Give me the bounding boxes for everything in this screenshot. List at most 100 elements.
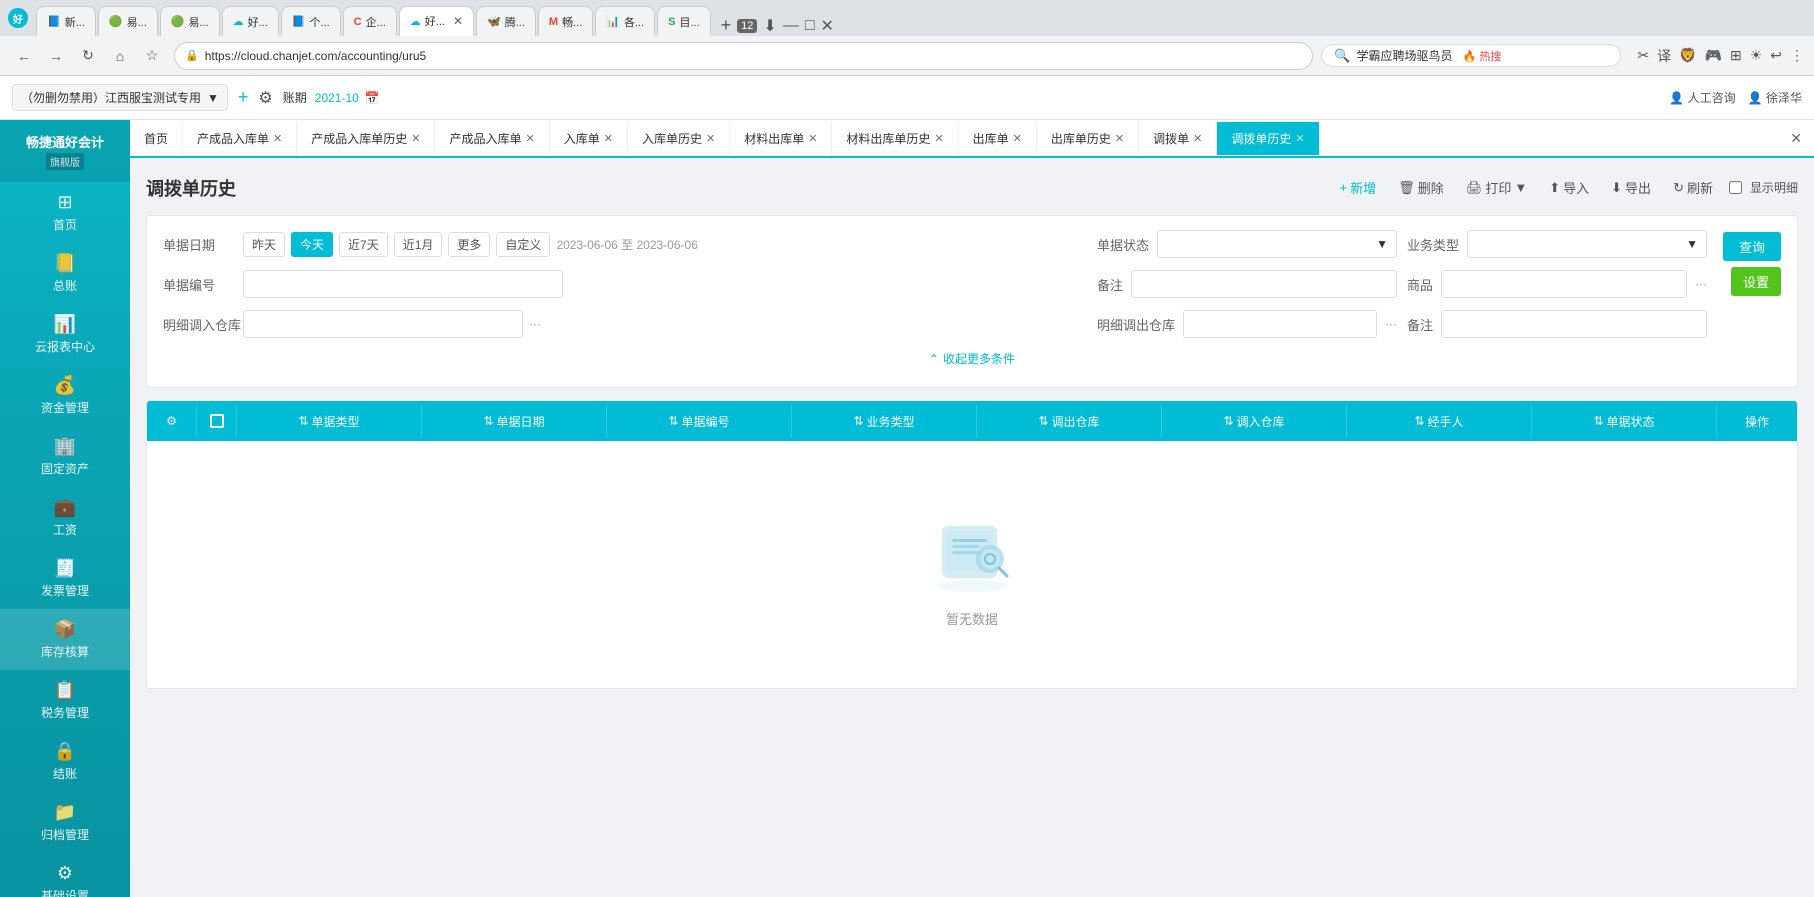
browser-tab-active[interactable]: ☁ 好... ✕ [399, 6, 474, 36]
browser-tab-8[interactable]: 🦋 腾... [476, 6, 536, 36]
date-more-btn[interactable]: 更多 [448, 232, 490, 257]
th-checkbox[interactable] [197, 406, 237, 436]
status-select[interactable]: ▼ [1157, 230, 1397, 258]
page-tab-5[interactable]: 入库单历史 ✕ [628, 122, 730, 155]
close-tab-3[interactable]: ✕ [526, 132, 535, 145]
sidebar-item-tax[interactable]: 📋税务管理 [0, 670, 130, 731]
page-tab-7[interactable]: 材料出库单历史 ✕ [832, 122, 958, 155]
refresh-btn[interactable]: ↻ 刷新 [1667, 174, 1719, 201]
browser-tab-11[interactable]: S 目... [657, 6, 711, 36]
translate-icon[interactable]: 译 [1657, 46, 1671, 66]
th-settings[interactable]: ⚙ [147, 406, 197, 436]
doc-number-input[interactable] [243, 270, 563, 298]
date-1month-btn[interactable]: 近1月 [394, 232, 443, 257]
in-warehouse-input[interactable] [243, 310, 523, 338]
close-tab-7[interactable]: ✕ [934, 132, 943, 145]
browser-tab-10[interactable]: 📊 各... [595, 6, 655, 36]
new-tab-btn[interactable]: + [721, 15, 732, 36]
page-tab-8[interactable]: 出库单 ✕ [959, 122, 1037, 155]
sidebar-item-closing[interactable]: 🔒结账 [0, 731, 130, 792]
sidebar-item-home[interactable]: ⊞首页 [0, 182, 130, 243]
date-today-btn[interactable]: 今天 [291, 232, 333, 257]
setting-btn[interactable]: 设置 [1731, 267, 1781, 296]
th-doc-number[interactable]: ⇅ 单据编号 [607, 405, 792, 438]
support-link[interactable]: 👤 人工咨询 [1669, 89, 1735, 106]
close-tab-10[interactable]: ✕ [1193, 132, 1202, 145]
sidebar-item-settings[interactable]: ⚙基础设置 [0, 853, 130, 897]
sidebar-item-archives[interactable]: 📁归档管理 [0, 792, 130, 853]
maximize-btn[interactable]: □ [805, 17, 815, 35]
sidebar-item-salary[interactable]: 💼工资 [0, 487, 130, 548]
page-tab-3[interactable]: 产成品入库单 ✕ [435, 122, 549, 155]
page-tab-home[interactable]: 首页 [130, 122, 183, 155]
export-btn[interactable]: ⬇ 导出 [1605, 174, 1657, 201]
sidebar-item-fixed-assets[interactable]: 🏢固定资产 [0, 426, 130, 487]
th-doc-status[interactable]: ⇅ 单据状态 [1532, 405, 1717, 438]
date-7days-btn[interactable]: 近7天 [339, 232, 388, 257]
collapse-btn[interactable]: ⌃ 收起更多条件 [163, 344, 1781, 373]
browser-tab-5[interactable]: 📘 个... [281, 6, 341, 36]
out-warehouse-more-icon[interactable]: ··· [1385, 317, 1397, 331]
close-tab-5[interactable]: ✕ [706, 132, 715, 145]
menu-icon[interactable]: ⋮ [1790, 47, 1804, 64]
browser-tab-4[interactable]: ☁ 好... [222, 6, 279, 36]
browser-tab-6[interactable]: C 企... [343, 6, 397, 36]
grid-icon[interactable]: ⊞ [1730, 47, 1742, 64]
add-company-btn[interactable]: + [238, 87, 249, 108]
extension-2-icon[interactable]: 🎮 [1705, 47, 1722, 64]
address-bar[interactable]: 🔒 https://cloud.chanjet.com/accounting/u… [174, 42, 1313, 70]
scissors-icon[interactable]: ✂ [1637, 47, 1649, 64]
close-tab-1[interactable]: ✕ [273, 132, 282, 145]
search-area[interactable]: 🔍 学霸应聘场驱鸟员 🔥 热搜 [1321, 44, 1621, 67]
settings-gear-icon[interactable]: ⚙ [258, 88, 272, 108]
refresh-btn[interactable]: ↻ [74, 42, 102, 70]
delete-btn[interactable]: 🗑 删除 [1392, 174, 1450, 201]
back-btn[interactable]: ← [10, 42, 38, 70]
detail-remark-input[interactable] [1441, 310, 1707, 338]
biz-type-select[interactable]: ▼ [1467, 230, 1707, 258]
browser-tab-1[interactable]: 📘 新... [36, 6, 96, 36]
sidebar-item-invoices[interactable]: 🧾发票管理 [0, 548, 130, 609]
company-selector[interactable]: （勿删勿禁用）江西服宝测试专用 ▼ [12, 84, 228, 111]
close-btn[interactable]: ✕ [820, 16, 833, 36]
page-tab-6[interactable]: 材料出库单 ✕ [730, 122, 832, 155]
close-tab-11[interactable]: ✕ [1295, 132, 1304, 145]
close-tab-9[interactable]: ✕ [1115, 132, 1124, 145]
sidebar-item-ledger[interactable]: 📒总账 [0, 243, 130, 304]
th-doc-date[interactable]: ⇅ 单据日期 [422, 405, 607, 438]
browser-tab-2[interactable]: 🟢 易... [98, 6, 158, 36]
page-tab-2[interactable]: 产成品入库单历史 ✕ [297, 122, 435, 155]
close-tab-6[interactable]: ✕ [808, 132, 817, 145]
minimize-btn[interactable]: — [783, 17, 799, 35]
extension-1-icon[interactable]: 🦁 [1679, 47, 1696, 64]
star-btn[interactable]: ☆ [138, 42, 166, 70]
print-btn[interactable]: 🖨 打印 ▼ [1460, 174, 1533, 201]
home-btn[interactable]: ⌂ [106, 42, 134, 70]
new-btn[interactable]: + 新增 [1334, 174, 1383, 201]
browser-tab-9[interactable]: M 畅... [538, 6, 593, 36]
date-yesterday-btn[interactable]: 昨天 [243, 232, 285, 257]
sidebar-item-funds[interactable]: 💰资金管理 [0, 365, 130, 426]
close-tab-4[interactable]: ✕ [604, 132, 613, 145]
calendar-icon[interactable]: 📅 [365, 91, 380, 105]
brightness-icon[interactable]: ☀ [1750, 47, 1763, 64]
goods-more-icon[interactable]: ··· [1695, 277, 1707, 291]
goods-input[interactable] [1441, 270, 1687, 298]
page-tab-1[interactable]: 产成品入库单 ✕ [183, 122, 297, 155]
date-custom-btn[interactable]: 自定义 [496, 232, 550, 257]
page-tab-10[interactable]: 调拨单 ✕ [1139, 122, 1217, 155]
display-checkbox[interactable] [1729, 181, 1742, 194]
undo-icon[interactable]: ↩ [1770, 47, 1782, 64]
display-toggle[interactable]: 显示明细 [1729, 179, 1798, 196]
close-tab-2[interactable]: ✕ [411, 132, 420, 145]
browser-tab-3[interactable]: 🟢 易... [160, 6, 220, 36]
th-in-warehouse[interactable]: ⇅ 调入仓库 [1162, 405, 1347, 438]
page-tab-9[interactable]: 出库单历史 ✕ [1037, 122, 1139, 155]
out-warehouse-input[interactable] [1183, 310, 1377, 338]
sidebar-item-inventory[interactable]: 📦库存核算 [0, 609, 130, 670]
remark-input[interactable] [1131, 270, 1397, 298]
period-value[interactable]: 2021-10 [315, 91, 359, 105]
downloads-icon[interactable]: ⬇ [763, 16, 776, 36]
close-tab-8[interactable]: ✕ [1013, 132, 1022, 145]
page-tab-4[interactable]: 入库单 ✕ [550, 122, 628, 155]
